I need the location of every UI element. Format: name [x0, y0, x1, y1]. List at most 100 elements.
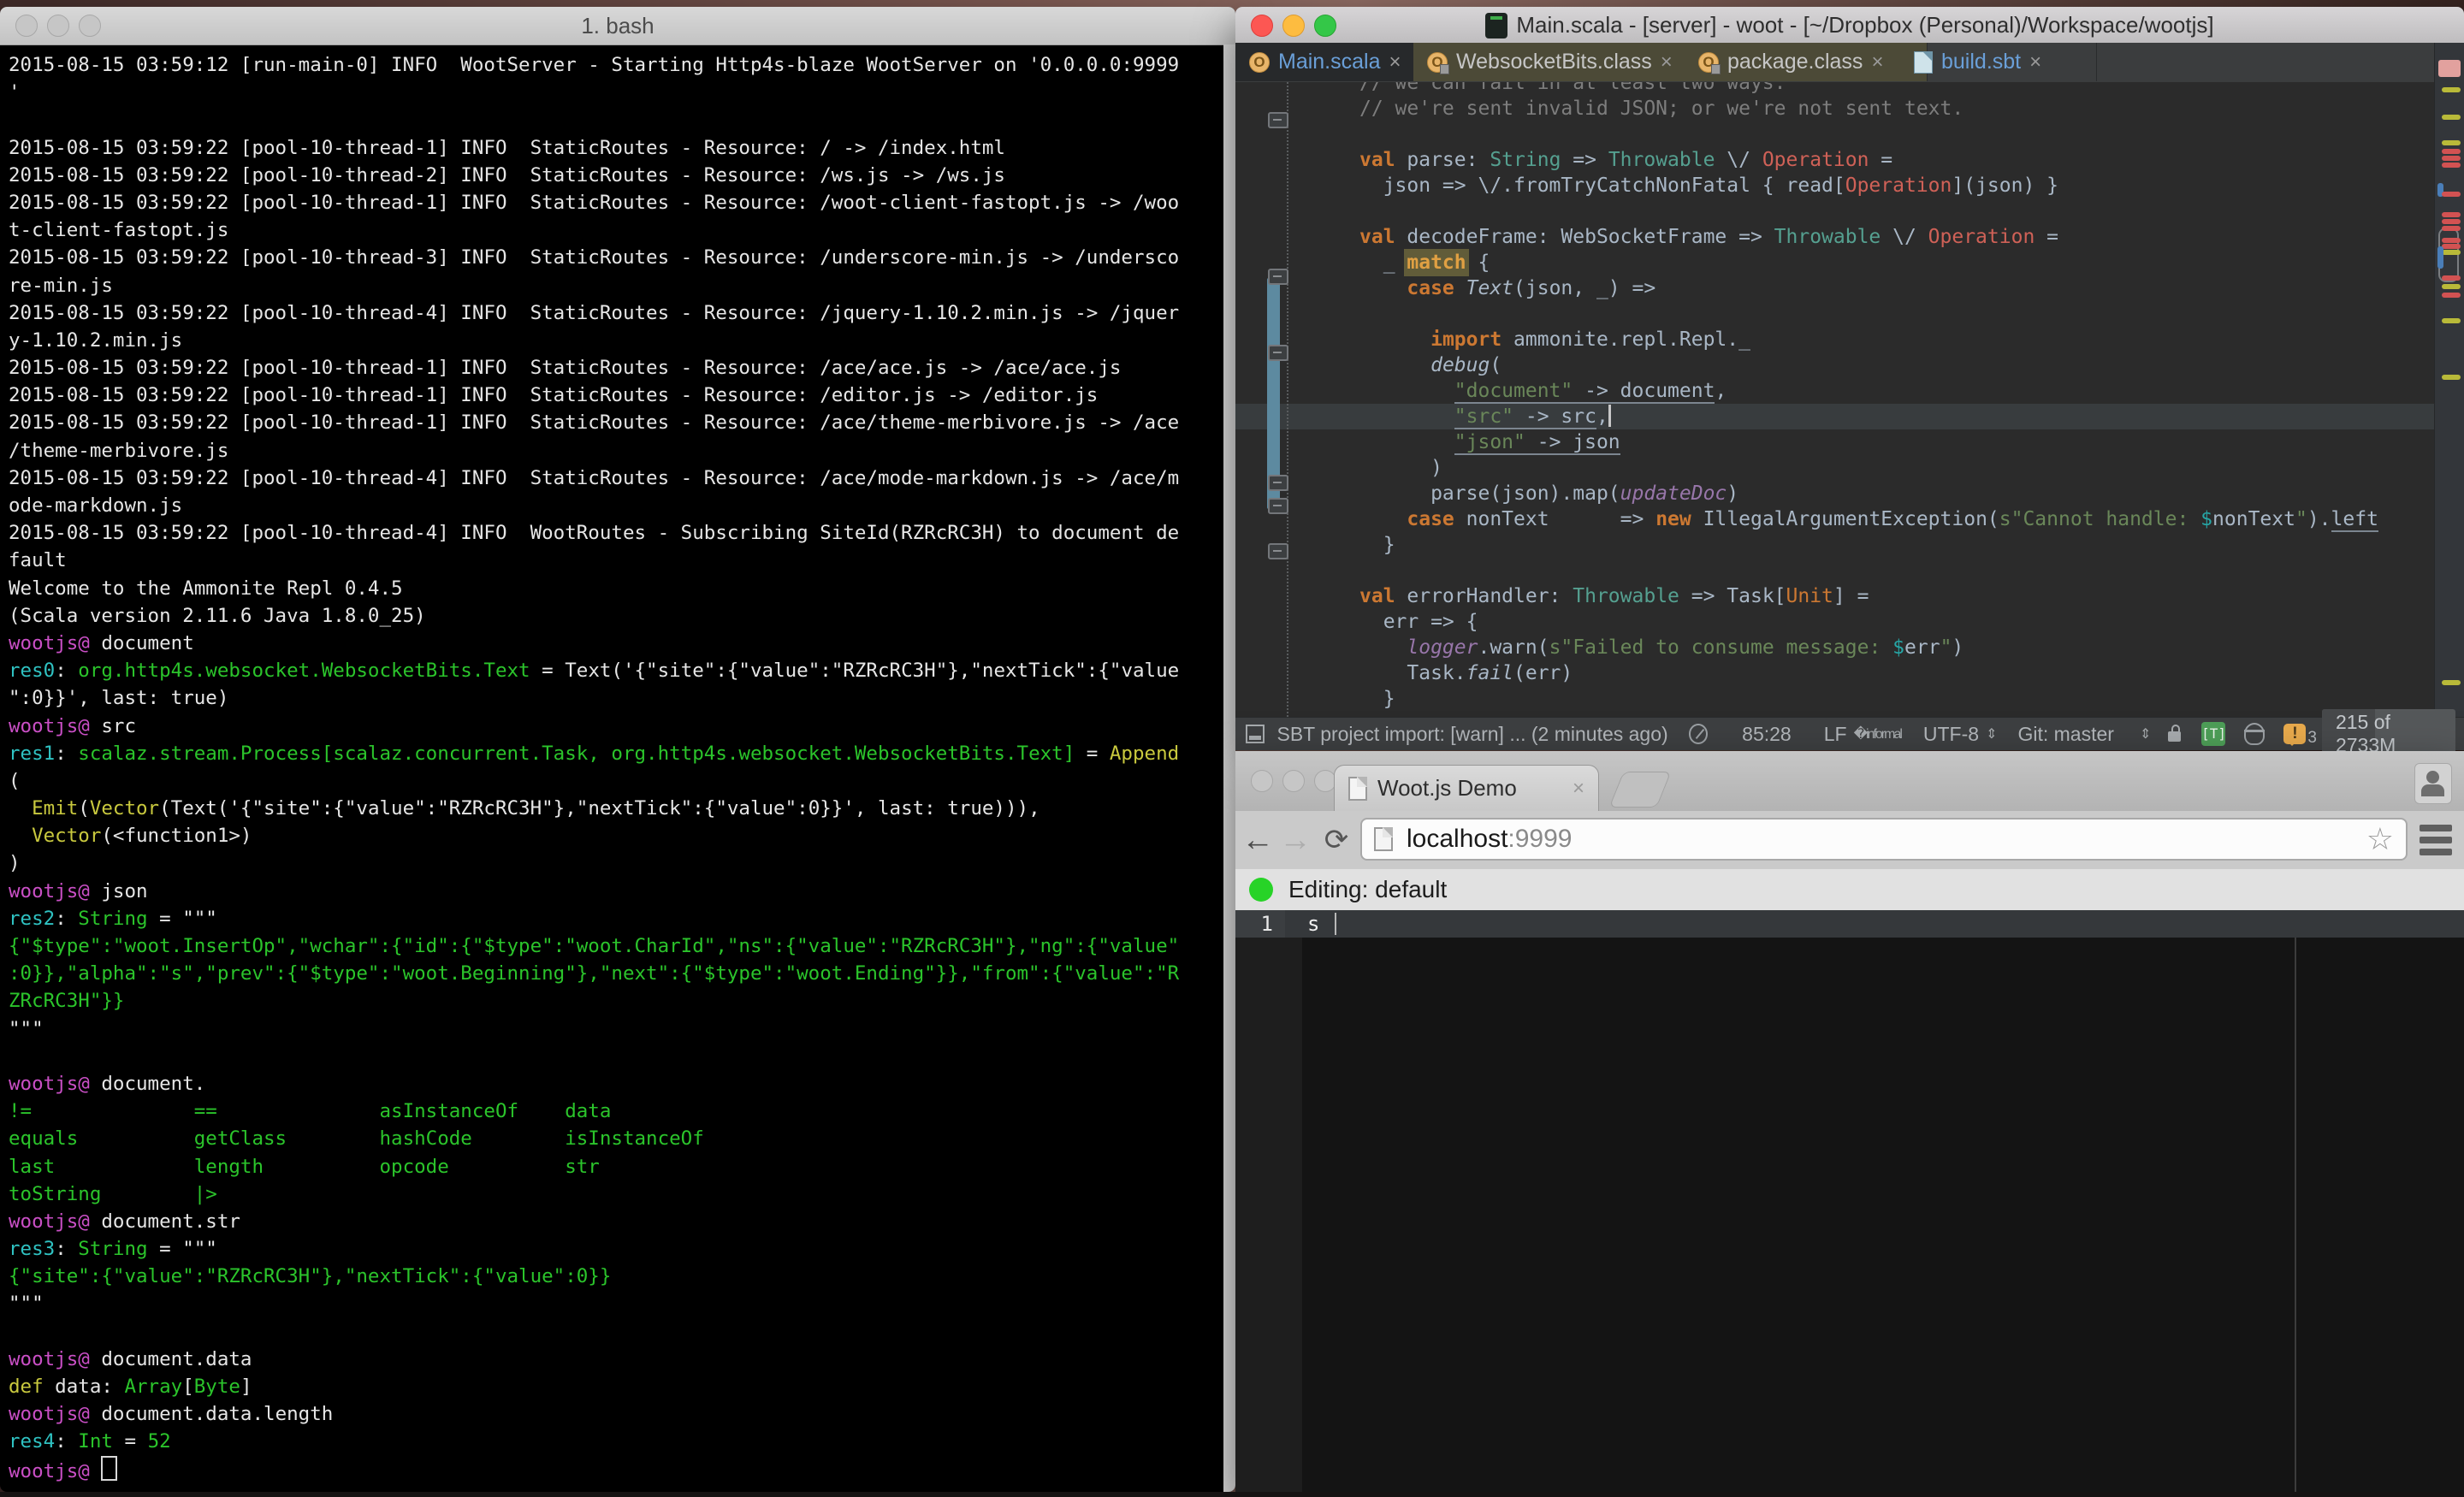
terminal-line: res2: String = """ — [9, 905, 1223, 932]
stripe-mark[interactable] — [2437, 246, 2443, 269]
text-caret — [1335, 913, 1336, 935]
text-span: 2015-08-15 03:59:22 [pool-10-thread-1] I… — [9, 192, 1179, 214]
stripe-mark[interactable] — [2438, 60, 2461, 77]
fold-marker-icon[interactable] — [1268, 345, 1288, 361]
event-log-icon[interactable]: ! — [2283, 724, 2306, 744]
text-span: fault — [9, 549, 67, 571]
stripe-mark[interactable] — [2442, 163, 2461, 168]
profile-icon[interactable] — [2414, 763, 2452, 804]
document-text[interactable]: s — [1307, 910, 1319, 938]
git-branch[interactable]: Git: master — [2017, 723, 2113, 746]
chevron-updown-icon[interactable]: ⇕ — [2140, 725, 2149, 743]
stripe-mark[interactable] — [2442, 212, 2461, 217]
tab-build-sbt[interactable]: build.sbt × — [1900, 43, 2097, 81]
forward-button[interactable]: → — [1276, 816, 1314, 864]
terminal-scrollbar[interactable] — [1223, 44, 1235, 1492]
line-ending-selector[interactable]: LF�informal — [1824, 723, 1901, 746]
text-span: ZRcRC3H"}} — [9, 990, 124, 1012]
text-span: y-1.10.2.min.js — [9, 329, 182, 352]
fold-marker-icon[interactable] — [1268, 269, 1288, 285]
stripe-mark[interactable] — [2442, 375, 2461, 380]
stripe-mark[interactable] — [2442, 250, 2461, 255]
close-icon[interactable]: × — [1389, 50, 1401, 74]
terminal-line: 2015-08-15 03:59:22 [pool-10-thread-1] I… — [9, 409, 1223, 436]
stripe-mark[interactable] — [2442, 149, 2461, 154]
terminal-line: ( — [9, 767, 1223, 795]
stripe-mark[interactable] — [2442, 115, 2461, 120]
text-span: -> json — [1525, 431, 1620, 455]
text-span: => — [1561, 149, 1608, 171]
stripe-mark[interactable] — [2442, 318, 2461, 323]
tab-websocketbits-class[interactable]: O WebsocketBits.class × — [1413, 43, 1712, 81]
fold-marker-icon[interactable] — [1268, 543, 1288, 559]
minimize-icon[interactable] — [1282, 770, 1305, 792]
stripe-mark[interactable] — [2442, 244, 2461, 249]
text-span: {"$type":"woot.InsertOp","wchar":{"id":{… — [9, 935, 1179, 957]
stripe-mark[interactable] — [2442, 87, 2461, 92]
terminal-output[interactable]: 2015-08-15 03:59:12 [run-main-0] INFO Wo… — [0, 44, 1223, 1492]
address-bar[interactable]: localhost:9999 ☆ — [1360, 818, 2408, 861]
ace-editor-active-line[interactable]: 1 s — [1235, 910, 2464, 938]
menu-icon[interactable] — [2420, 825, 2452, 855]
close-icon[interactable]: × — [1871, 50, 1883, 74]
stripe-mark[interactable] — [2442, 284, 2461, 289]
close-icon[interactable] — [1251, 770, 1273, 792]
close-icon[interactable]: × — [2029, 50, 2041, 74]
code-line: case Text(json, _) => — [1235, 275, 2435, 301]
text-span: Operation — [1845, 175, 1952, 197]
ace-editor-body[interactable] — [1235, 938, 2464, 1492]
typing-mode-badge[interactable]: [T] — [2201, 722, 2225, 746]
reload-button[interactable]: ⟳ — [1318, 816, 1355, 864]
close-icon[interactable]: × — [1573, 777, 1584, 801]
browser-tab[interactable]: Woot.js Demo × — [1334, 765, 1599, 811]
caret-position[interactable]: 85:28 — [1742, 723, 1792, 746]
new-tab-button[interactable] — [1609, 772, 1672, 808]
status-message[interactable]: SBT project import: [warn] ... (2 minute… — [1276, 723, 1667, 746]
code-text[interactable]: // we can fail in at least two ways.// w… — [1235, 82, 2435, 712]
close-icon[interactable]: × — [1661, 50, 1673, 74]
code-editor[interactable]: // we can fail in at least two ways.// w… — [1235, 82, 2435, 717]
bookmark-star-icon[interactable]: ☆ — [2366, 821, 2394, 857]
fold-marker-icon[interactable] — [1268, 475, 1288, 491]
text-span: Task. — [1359, 662, 1466, 684]
stripe-mark[interactable] — [2442, 192, 2461, 197]
readonly-lock-icon[interactable] — [2168, 731, 2181, 742]
stripe-mark[interactable] — [2442, 226, 2461, 231]
encoding-selector[interactable]: UTF-8⇕ — [1923, 723, 1996, 746]
stripe-mark[interactable] — [2442, 275, 2461, 281]
terminal-titlebar[interactable]: 1. bash — [0, 7, 1235, 45]
stripe-mark[interactable] — [2442, 680, 2461, 685]
stripe-mark[interactable] — [2442, 156, 2461, 161]
fold-marker-icon[interactable] — [1268, 498, 1288, 514]
browser-window-controls[interactable] — [1251, 770, 1336, 792]
text-span: \/ — [1881, 226, 1928, 248]
tab-main-scala[interactable]: O Main.scala × — [1235, 43, 1441, 81]
editor-caret — [1608, 405, 1611, 427]
inspections-hector-icon[interactable] — [2244, 723, 2265, 745]
scala-object-lock-icon: O — [1698, 52, 1719, 73]
text-span: ammonite.repl.Repl._ — [1502, 328, 1750, 351]
tab-package-class[interactable]: O package.class × — [1685, 43, 1928, 81]
text-span: res1 — [9, 743, 55, 765]
ide-titlebar[interactable]: Main.scala - [server] - woot - [~/Dropbo… — [1235, 7, 2464, 44]
fold-marker-icon[interactable] — [1268, 112, 1288, 128]
toggle-panels-icon[interactable] — [1246, 725, 1265, 743]
text-span: debug — [1430, 354, 1490, 376]
text-span: Text — [1466, 277, 1513, 299]
text-span: , — [1715, 380, 1727, 402]
text-span: String — [1490, 149, 1561, 171]
error-stripe[interactable] — [2434, 43, 2464, 717]
stripe-mark[interactable] — [2442, 238, 2461, 243]
text-span: ) — [1359, 457, 1442, 479]
url-text[interactable]: localhost:9999 — [1407, 825, 2353, 854]
text-span: [ — [182, 1376, 194, 1398]
background-tasks-icon[interactable] — [1689, 724, 1708, 744]
terminal-line: Vector(<function1>) — [9, 822, 1223, 849]
text-span: Unit — [1786, 585, 1833, 607]
stripe-mark[interactable] — [2442, 293, 2461, 298]
editing-status-text: Editing: default — [1288, 869, 1447, 910]
text-span: != == asInstanceOf data — [9, 1100, 611, 1122]
stripe-mark[interactable] — [2442, 140, 2461, 145]
stripe-mark[interactable] — [2442, 219, 2461, 224]
back-button[interactable]: ← — [1239, 816, 1276, 864]
